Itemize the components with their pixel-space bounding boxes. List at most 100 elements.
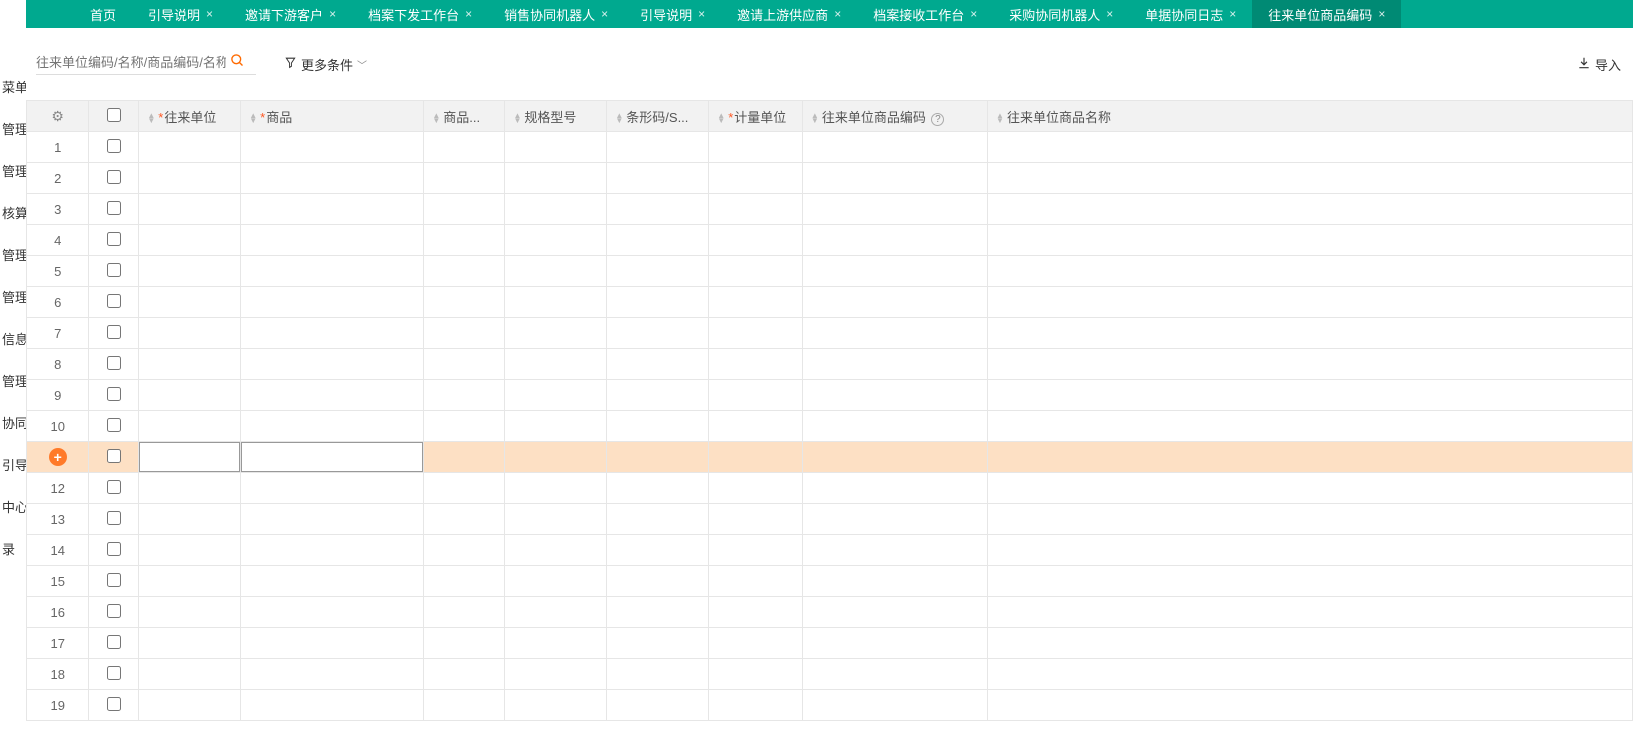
cell-unit[interactable]	[709, 535, 803, 566]
cell-unit[interactable]	[709, 194, 803, 225]
cell-partner_code[interactable]	[802, 504, 987, 535]
table-row[interactable]: 7	[27, 318, 1633, 349]
cell-spec[interactable]	[505, 504, 607, 535]
cell-spec[interactable]	[505, 380, 607, 411]
cell-partner[interactable]	[139, 690, 241, 721]
cell-barcode[interactable]	[607, 535, 709, 566]
cell-unit[interactable]	[709, 690, 803, 721]
cell-partner_name[interactable]	[988, 349, 1633, 380]
row-checkbox[interactable]	[107, 666, 121, 680]
cell-unit[interactable]	[709, 411, 803, 442]
cell-partner_name[interactable]	[988, 411, 1633, 442]
row-checkbox[interactable]	[107, 170, 121, 184]
table-row[interactable]: 16	[27, 597, 1633, 628]
cell-barcode[interactable]	[607, 504, 709, 535]
cell-partner_code[interactable]	[802, 225, 987, 256]
cell-partner[interactable]	[139, 473, 241, 504]
cell-product_trunc[interactable]	[424, 628, 505, 659]
cell-spec[interactable]	[505, 132, 607, 163]
cell-product[interactable]	[241, 411, 424, 442]
cell-partner[interactable]	[139, 535, 241, 566]
table-row[interactable]: 5	[27, 256, 1633, 287]
cell-product[interactable]	[241, 349, 424, 380]
close-icon[interactable]: ×	[206, 7, 213, 21]
select-all-checkbox[interactable]	[107, 108, 121, 122]
tab[interactable]: 单据协同日志×	[1129, 0, 1252, 28]
cell-barcode[interactable]	[607, 473, 709, 504]
cell-partner_code[interactable]	[802, 318, 987, 349]
cell-barcode[interactable]	[607, 380, 709, 411]
cell-unit[interactable]	[709, 628, 803, 659]
close-icon[interactable]: ×	[1106, 7, 1113, 21]
cell-product_trunc[interactable]	[424, 566, 505, 597]
close-icon[interactable]: ×	[465, 7, 472, 21]
cell-product_trunc[interactable]	[424, 163, 505, 194]
cell-barcode[interactable]	[607, 411, 709, 442]
cell-spec[interactable]	[505, 659, 607, 690]
cell-spec[interactable]	[505, 442, 607, 473]
table-row[interactable]: 13	[27, 504, 1633, 535]
close-icon[interactable]: ×	[698, 7, 705, 21]
cell-partner_name[interactable]	[988, 132, 1633, 163]
column-header-product_trunc[interactable]: ▲▼商品...	[424, 101, 505, 132]
sidebar-item[interactable]: 管理	[0, 149, 26, 191]
cell-partner_code[interactable]	[802, 597, 987, 628]
column-header-product[interactable]: ▲▼*商品	[241, 101, 424, 132]
cell-product_trunc[interactable]	[424, 349, 505, 380]
cell-partner[interactable]	[139, 566, 241, 597]
cell-partner_code[interactable]	[802, 194, 987, 225]
row-checkbox[interactable]	[107, 387, 121, 401]
add-row-button[interactable]: +	[49, 448, 67, 466]
table-row[interactable]: 14	[27, 535, 1633, 566]
cell-partner_name[interactable]	[988, 225, 1633, 256]
cell-product_trunc[interactable]	[424, 287, 505, 318]
cell-partner_code[interactable]	[802, 442, 987, 473]
cell-input[interactable]	[139, 442, 240, 472]
cell-barcode[interactable]	[607, 132, 709, 163]
cell-product[interactable]	[241, 194, 424, 225]
cell-product[interactable]	[241, 163, 424, 194]
table-row[interactable]: 12	[27, 473, 1633, 504]
cell-product_trunc[interactable]	[424, 597, 505, 628]
cell-partner_name[interactable]	[988, 194, 1633, 225]
row-checkbox[interactable]	[107, 573, 121, 587]
cell-partner[interactable]	[139, 225, 241, 256]
cell-barcode[interactable]	[607, 318, 709, 349]
cell-product_trunc[interactable]	[424, 659, 505, 690]
cell-product[interactable]	[241, 225, 424, 256]
sidebar-item[interactable]: 核算	[0, 191, 26, 233]
row-checkbox[interactable]	[107, 697, 121, 711]
row-checkbox[interactable]	[107, 480, 121, 494]
sidebar-item[interactable]: 中心	[0, 485, 26, 527]
cell-partner[interactable]	[139, 256, 241, 287]
cell-product[interactable]	[241, 535, 424, 566]
help-icon[interactable]: ?	[931, 113, 944, 126]
cell-partner[interactable]	[139, 132, 241, 163]
cell-partner[interactable]	[139, 349, 241, 380]
tab[interactable]: 首页	[74, 0, 132, 28]
cell-partner_code[interactable]	[802, 690, 987, 721]
search-input[interactable]	[36, 55, 226, 70]
cell-partner_code[interactable]	[802, 287, 987, 318]
row-checkbox[interactable]	[107, 139, 121, 153]
cell-product[interactable]	[241, 628, 424, 659]
table-row[interactable]: 2	[27, 163, 1633, 194]
row-checkbox[interactable]	[107, 604, 121, 618]
cell-partner_name[interactable]	[988, 473, 1633, 504]
cell-product_trunc[interactable]	[424, 194, 505, 225]
column-header-barcode[interactable]: ▲▼条形码/S...	[607, 101, 709, 132]
sidebar-item[interactable]: 管理	[0, 107, 26, 149]
sidebar-item[interactable]: 管理	[0, 275, 26, 317]
cell-partner[interactable]	[139, 318, 241, 349]
cell-partner[interactable]	[139, 194, 241, 225]
cell-product_trunc[interactable]	[424, 442, 505, 473]
cell-partner_name[interactable]	[988, 690, 1633, 721]
column-header-partner[interactable]: ▲▼*往来单位	[139, 101, 241, 132]
row-checkbox[interactable]	[107, 325, 121, 339]
cell-unit[interactable]	[709, 256, 803, 287]
cell-barcode[interactable]	[607, 194, 709, 225]
cell-product_trunc[interactable]	[424, 318, 505, 349]
search-icon[interactable]	[230, 53, 245, 72]
cell-unit[interactable]	[709, 380, 803, 411]
tab[interactable]: 销售协同机器人×	[488, 0, 624, 28]
